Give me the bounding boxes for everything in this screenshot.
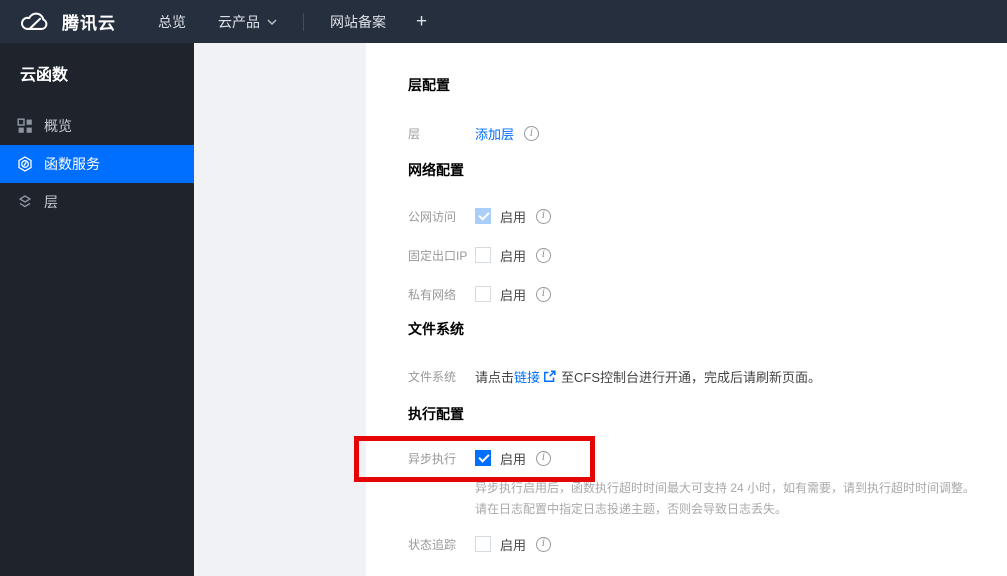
status-tracking-checkbox[interactable] <box>475 536 491 552</box>
brand-name: 腾讯云 <box>62 14 116 33</box>
public-access-label: 公网访问 <box>408 209 457 224</box>
info-icon[interactable]: i <box>536 208 552 224</box>
async-desc-line-2: 请在日志配置中指定日志投递主题，否则会导致日志丢失。 <box>475 502 788 516</box>
public-access-row: 公网访问 启用 i <box>408 205 987 227</box>
chevron-down-icon <box>267 18 277 25</box>
function-service-icon <box>17 156 33 172</box>
sidebar-item-label: 函数服务 <box>44 156 100 172</box>
section-title-network-config: 网络配置 <box>408 162 464 178</box>
sidebar-item-label: 概览 <box>44 118 72 134</box>
async-execution-row: 异步执行 启用 i <box>408 447 987 469</box>
topnav-overview[interactable]: 总览 <box>142 0 202 43</box>
status-tracking-label: 状态追踪 <box>408 537 457 552</box>
topnav-divider <box>303 12 304 31</box>
topnav-cloud-products[interactable]: 云产品 <box>202 0 293 43</box>
topnav-products-label: 云产品 <box>218 13 260 30</box>
collapsed-list-panel <box>194 43 366 576</box>
section-title-layer-config: 层配置 <box>408 77 450 93</box>
file-system-hint-suffix: 至CFS控制台进行开通，完成后请刷新页面。 <box>561 369 822 385</box>
section-title-execution-config: 执行配置 <box>408 406 464 422</box>
topnav: 总览 云产品 网站备案 + <box>142 0 441 43</box>
enable-label: 启用 <box>500 537 527 553</box>
enable-label: 启用 <box>500 451 527 467</box>
topnav-beian[interactable]: 网站备案 <box>314 0 402 43</box>
private-network-checkbox[interactable] <box>475 286 491 302</box>
layers-icon <box>17 194 33 210</box>
public-access-checkbox <box>475 208 491 224</box>
info-icon[interactable]: i <box>536 247 552 263</box>
enable-label: 启用 <box>500 287 527 303</box>
topnav-beian-label: 网站备案 <box>330 13 386 30</box>
async-desc-line-1: 异步执行启用后，函数执行超时时间最大可支持 24 小时，如有需要，请到执行超时时… <box>475 481 976 495</box>
sidebar-title: 云函数 <box>20 67 69 84</box>
plus-icon: + <box>416 10 428 32</box>
layer-label: 层 <box>408 127 421 141</box>
fixed-egress-ip-label: 固定出口IP <box>408 248 468 263</box>
grid-icon <box>17 118 33 134</box>
info-icon[interactable]: i <box>524 126 540 141</box>
sidebar-item-function-service[interactable]: 函数服务 <box>0 145 194 183</box>
async-execution-description: 异步执行启用后，函数执行超时时间最大可支持 24 小时，如有需要，请到执行超时时… <box>475 478 987 520</box>
section-title-file-system: 文件系统 <box>408 321 464 337</box>
fixed-egress-ip-row: 固定出口IP 启用 i <box>408 244 987 266</box>
private-network-row: 私有网络 启用 i <box>408 283 987 305</box>
topnav-add-tab-button[interactable]: + <box>402 0 441 43</box>
info-icon[interactable]: i <box>536 450 552 466</box>
tencent-cloud-brand[interactable]: 腾讯云 <box>0 9 116 34</box>
sidebar-item-layers[interactable]: 层 <box>0 183 194 221</box>
async-execution-checkbox[interactable] <box>475 450 491 466</box>
file-system-label: 文件系统 <box>408 369 457 384</box>
topnav-overview-label: 总览 <box>158 13 186 30</box>
file-system-hint-prefix: 请点击 <box>475 369 515 385</box>
function-config-panel: 层配置 层 添加层 i 网络配置 公网访问 启用 i 固定出口IP 启用 i 私… <box>366 43 1007 576</box>
async-execution-label: 异步执行 <box>408 451 457 466</box>
info-icon[interactable]: i <box>536 286 552 302</box>
private-network-label: 私有网络 <box>408 287 457 302</box>
tencent-cloud-logo-icon <box>18 10 52 34</box>
sidebar-item-label: 层 <box>44 194 58 210</box>
external-link-icon <box>543 369 556 383</box>
cfs-console-link[interactable]: 链接 <box>514 367 540 386</box>
info-icon[interactable]: i <box>536 536 552 552</box>
file-system-row: 文件系统 请点击 链接 至CFS控制台进行开通，完成后请刷新页面。 <box>408 367 987 385</box>
enable-label: 启用 <box>500 209 527 225</box>
add-layer-link[interactable]: 添加层 <box>475 124 514 143</box>
layer-row: 层 添加层 i <box>408 125 987 142</box>
fixed-egress-ip-checkbox[interactable] <box>475 247 491 263</box>
sidebar: 云函数 概览 函数服务 层 <box>0 43 194 576</box>
status-tracking-row: 状态追踪 启用 i <box>408 533 987 555</box>
sidebar-item-overview[interactable]: 概览 <box>0 107 194 145</box>
enable-label: 启用 <box>500 248 527 264</box>
topbar: 腾讯云 总览 云产品 网站备案 + <box>0 0 1007 43</box>
